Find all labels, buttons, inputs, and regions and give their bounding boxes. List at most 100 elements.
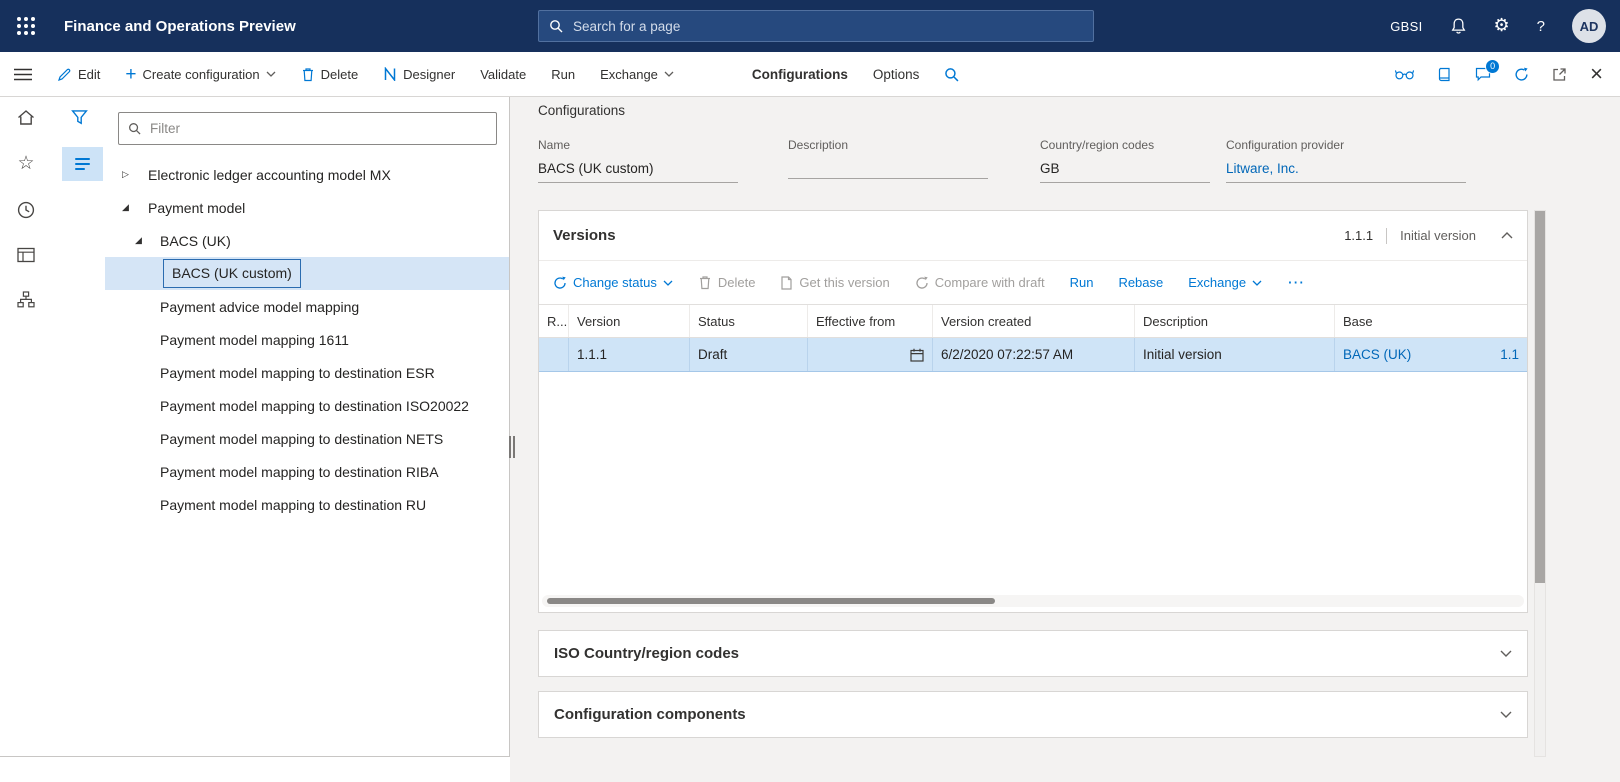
action-bar: Edit + Create configuration Delete Desig… [0,52,1620,97]
horizontal-scrollbar-thumb[interactable] [547,598,995,604]
versions-header[interactable]: Versions 1.1.1 Initial version [539,211,1527,261]
message-count-badge: 0 [1485,59,1500,74]
bell-icon[interactable] [1450,17,1467,35]
edit-button[interactable]: Edit [57,67,100,82]
tree-filter-input[interactable] [148,120,487,137]
version-run-button[interactable]: Run [1070,275,1094,290]
run-button[interactable]: Run [551,67,575,82]
description-value[interactable] [788,161,988,179]
tree-item[interactable]: Payment model mapping to destination ESR [105,356,509,389]
versions-table-header: R... Version Status Effective from Versi… [539,304,1527,338]
versions-section: Versions 1.1.1 Initial version Change st… [538,210,1528,613]
collapse-arrow-icon[interactable]: ◢ [135,235,146,246]
tree-item[interactable]: Payment advice model mapping [105,290,509,323]
more-commands-button[interactable]: ⋯ [1287,273,1305,293]
refresh-icon[interactable] [1514,67,1529,82]
tree-filter-box[interactable] [118,112,497,145]
close-icon[interactable]: × [1590,63,1603,85]
company-selector[interactable]: GBSI [1390,19,1422,34]
expand-arrow-icon[interactable]: ▷ [122,169,133,180]
row-selector-cell[interactable] [539,338,569,371]
action-search-icon[interactable] [944,67,959,82]
compare-with-draft-button[interactable]: Compare with draft [915,275,1045,290]
delete-button[interactable]: Delete [301,67,359,82]
change-status-button[interactable]: Change status [553,275,673,290]
version-exchange-button[interactable]: Exchange [1188,275,1262,290]
country-region-field: Country/region codes GB [1040,138,1210,183]
version-delete-button[interactable]: Delete [698,275,756,290]
star-icon[interactable]: ☆ [17,154,34,173]
left-panel: ☆ ▷ Electronic ledger accounting model M… [0,97,510,757]
column-header[interactable]: Description [1135,305,1335,337]
get-this-version-button[interactable]: Get this version [780,275,889,290]
column-header[interactable]: Base [1335,305,1527,337]
tree-item[interactable]: ▷ Electronic ledger accounting model MX [105,158,509,191]
column-header[interactable]: Version [569,305,690,337]
horizontal-scrollbar[interactable] [542,595,1524,607]
exchange-menu-button[interactable]: Exchange [600,67,674,82]
page-search-box[interactable] [538,10,1094,42]
column-header[interactable]: R... [539,305,569,337]
clock-icon[interactable] [17,201,35,219]
configuration-components-section[interactable]: Configuration components [538,691,1528,738]
effective-from-cell[interactable] [808,338,933,371]
create-configuration-button[interactable]: + Create configuration [125,65,275,84]
workspace-icon[interactable] [17,247,35,263]
avatar[interactable]: AD [1572,9,1606,43]
eyeglasses-icon[interactable] [1395,69,1414,80]
tree-item[interactable]: Payment model mapping to destination ISO… [105,389,509,422]
versions-title: Versions [553,227,616,244]
tree-item[interactable]: Payment model mapping to destination RIB… [105,455,509,488]
rebase-button[interactable]: Rebase [1118,275,1163,290]
collapse-arrow-icon[interactable]: ◢ [122,202,133,213]
home-icon[interactable] [17,109,35,126]
tree-item[interactable]: ◢ Payment model [105,191,509,224]
panel-splitter[interactable] [509,436,517,458]
iso-country-region-section[interactable]: ISO Country/region codes [538,630,1528,677]
country-region-value[interactable]: GB [1040,161,1210,183]
chevron-up-icon[interactable] [1501,232,1513,239]
chevron-down-icon [663,280,673,286]
column-header[interactable]: Effective from [808,305,933,337]
validate-button[interactable]: Validate [480,67,526,82]
base-version[interactable]: 1.1 [1500,347,1519,362]
message-icon[interactable]: 0 [1475,67,1491,82]
tree-item-selected[interactable]: BACS (UK custom) [105,257,509,290]
tree-view-toggle-button[interactable] [62,147,103,181]
tree-item[interactable]: ◢ BACS (UK) [105,224,509,257]
calendar-icon[interactable] [910,348,924,362]
current-version: 1.1.1 [1344,228,1373,243]
chevron-down-icon[interactable] [1500,711,1512,718]
top-navigation-bar: Finance and Operations Preview GBSI ⚙ ? … [0,0,1620,52]
sitemap-icon[interactable] [17,291,35,308]
tree-item[interactable]: Payment model mapping to destination RU [105,488,509,521]
name-value[interactable]: BACS (UK custom) [538,161,738,183]
hamburger-icon[interactable] [14,68,32,81]
column-header[interactable]: Status [690,305,808,337]
designer-icon [383,67,397,81]
gear-icon[interactable]: ⚙ [1494,17,1510,35]
column-header[interactable]: Version created [933,305,1135,337]
open-in-new-icon[interactable] [1552,67,1567,82]
tab-configurations[interactable]: Configurations [752,67,848,82]
version-row-selected[interactable]: 1.1.1 Draft 6/2/2020 07:22:57 AM Initial… [539,338,1527,372]
configuration-provider-link[interactable]: Litware, Inc. [1226,161,1466,183]
versions-toolbar: Change status Delete Get this version Co… [539,261,1527,304]
tree-item[interactable]: Payment model mapping 1611 [105,323,509,356]
base-configuration-link[interactable]: BACS (UK) [1343,347,1411,362]
help-icon[interactable]: ? [1537,18,1545,35]
chevron-down-icon [664,71,674,77]
divider [1386,228,1387,244]
vertical-scrollbar[interactable] [1534,210,1546,757]
filter-funnel-icon[interactable] [71,109,88,125]
chevron-down-icon [266,71,276,77]
tab-options[interactable]: Options [873,67,920,82]
designer-button[interactable]: Designer [383,67,455,82]
chevron-down-icon[interactable] [1500,650,1512,657]
tree-item[interactable]: Payment model mapping to destination NET… [105,422,509,455]
vertical-scrollbar-thumb[interactable] [1535,211,1545,583]
page-search-input[interactable] [571,18,1083,35]
book-icon[interactable] [1437,67,1452,82]
app-launcher-button[interactable] [0,0,52,52]
configuration-tree: ▷ Electronic ledger accounting model MX … [105,158,509,521]
